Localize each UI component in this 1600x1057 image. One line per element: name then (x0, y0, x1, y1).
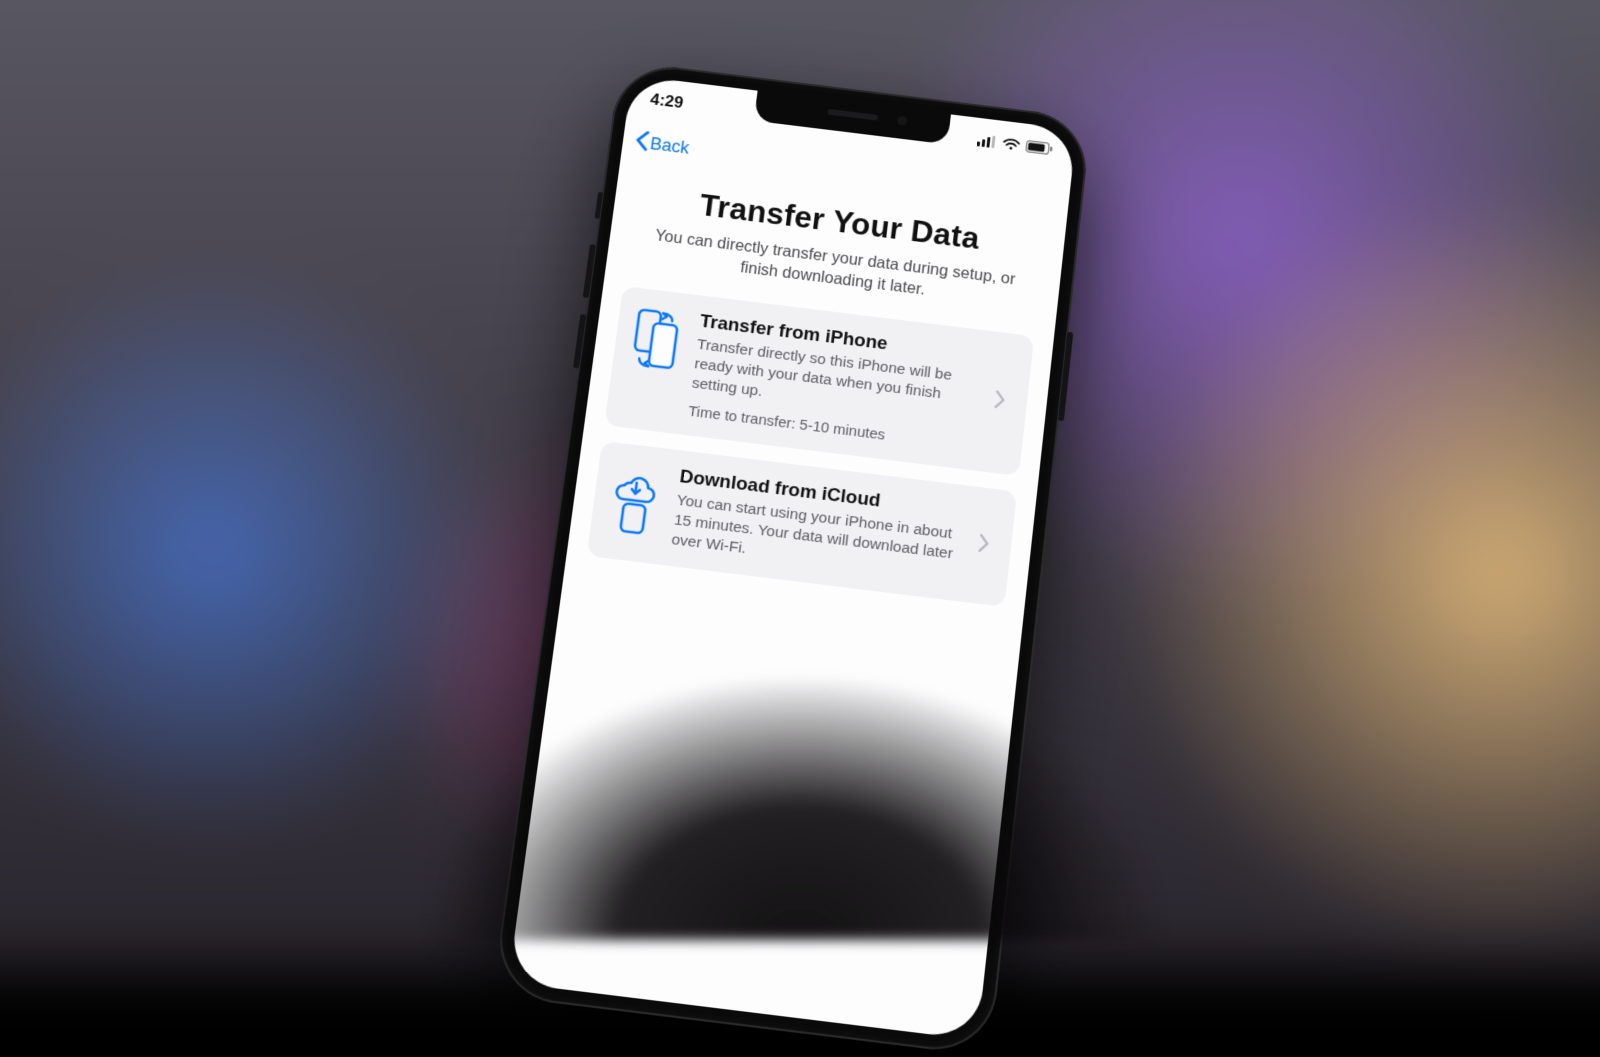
status-right (977, 133, 1054, 154)
chevron-right-icon (994, 391, 1012, 415)
phone-transfer-icon (626, 302, 687, 372)
option-transfer-body: Transfer from iPhone Transfer directly s… (687, 311, 987, 455)
wifi-icon (1002, 137, 1021, 151)
back-label: Back (649, 133, 690, 158)
status-time: 4:29 (649, 90, 684, 113)
icloud-download-icon (604, 458, 667, 537)
battery-icon (1025, 139, 1053, 155)
content: Transfer Your Data You can directly tran… (508, 165, 1067, 1040)
cellular-icon (977, 133, 998, 148)
chevron-right-icon (978, 534, 996, 559)
back-button[interactable]: Back (633, 129, 691, 161)
option-transfer-from-iphone[interactable]: Transfer from iPhone Transfer directly s… (604, 285, 1034, 476)
option-icloud-body: Download from iCloud You can start using… (670, 466, 970, 586)
phone-screen: 4:29 (508, 75, 1076, 1040)
